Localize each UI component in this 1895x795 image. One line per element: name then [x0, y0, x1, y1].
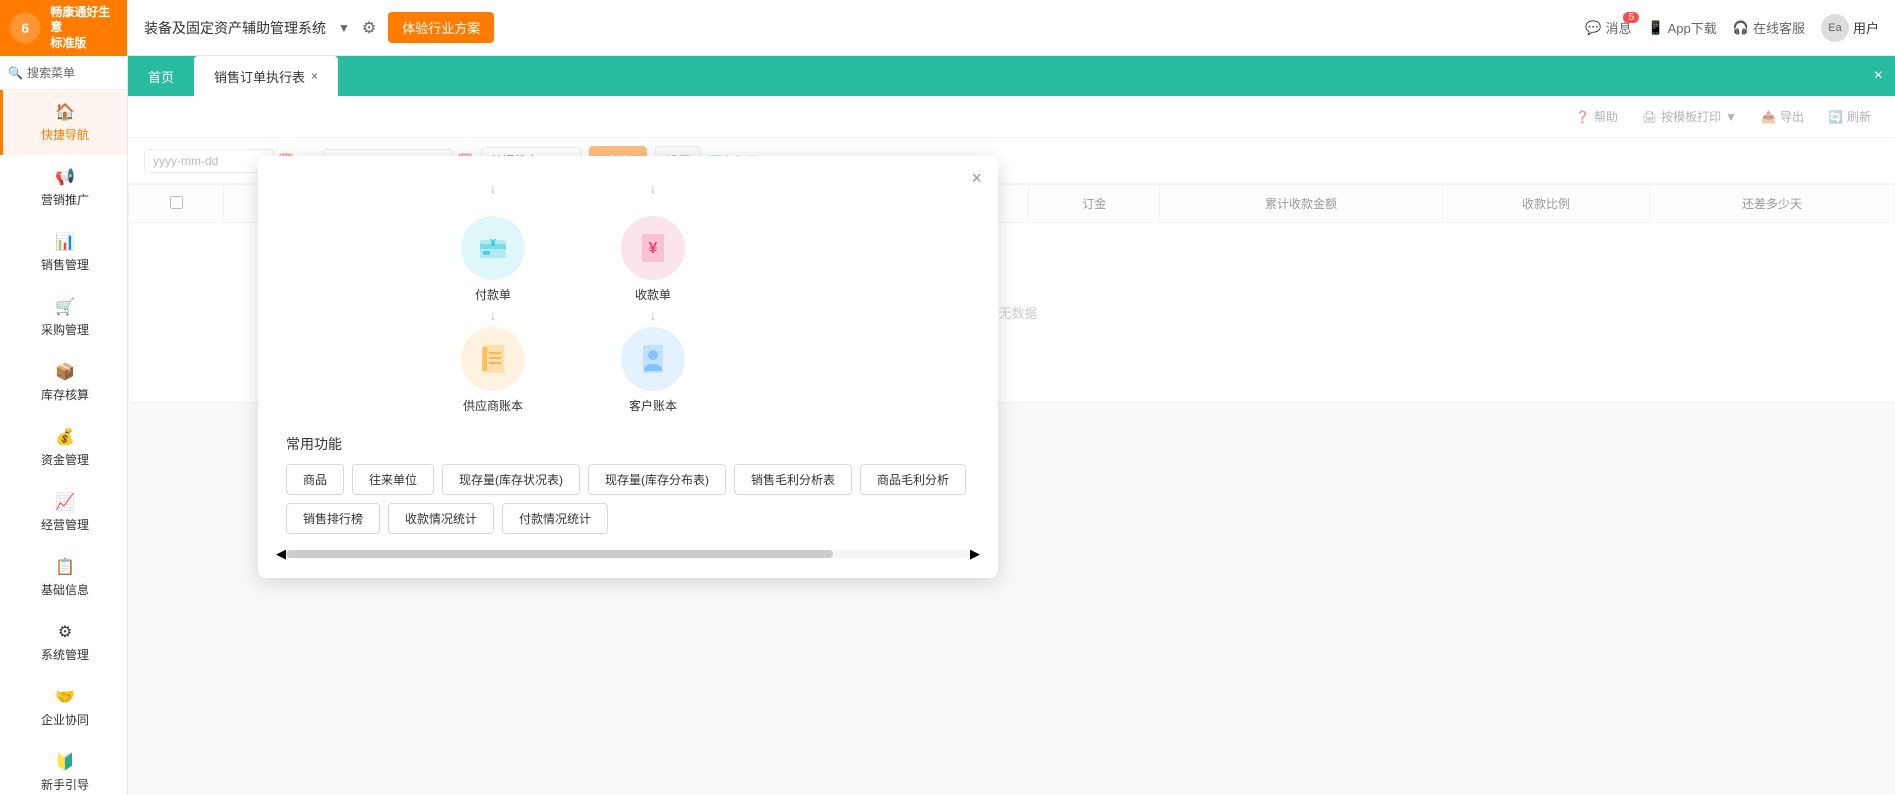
sidebar-item-basic-info[interactable]: 📋 基础信息 — [0, 545, 127, 610]
settings-icon[interactable]: ⚙ — [362, 18, 376, 38]
receipt-label: 收款单 — [635, 286, 671, 303]
common-buttons-row2: 销售排行榜 收款情况统计 付款情况统计 — [286, 503, 970, 534]
user-profile-button[interactable]: Ea 用户 — [1821, 14, 1879, 42]
system-icon: ⚙ — [58, 622, 72, 642]
node-supplier-ledger[interactable]: 供应商账本 — [443, 327, 543, 414]
modal-scrollbar-thumb — [286, 550, 833, 558]
title-dropdown[interactable]: ▼ — [338, 21, 350, 35]
message-button[interactable]: 💬 消息 5 — [1585, 18, 1631, 37]
btn-receipt-stats[interactable]: 收款情况统计 — [388, 503, 494, 534]
tab-bar-close-button[interactable]: × — [1874, 67, 1895, 85]
sidebar-item-quick-nav[interactable]: 🏠 快捷导航 — [0, 90, 127, 155]
tab-close-button[interactable]: × — [311, 69, 318, 83]
svg-text:¥: ¥ — [490, 238, 496, 249]
top-bar: 装备及固定资产辅助管理系统 ▼ ⚙ 体验行业方案 💬 消息 5 📱 App下载 … — [128, 0, 1895, 56]
common-functions-section: 常用功能 商品 往来单位 现存量(库存状况表) 现存量(库存分布表) 销售毛利分… — [286, 434, 970, 534]
btn-product-profit[interactable]: 商品毛利分析 — [860, 464, 966, 495]
scroll-left-btn[interactable]: ◀ — [276, 546, 286, 562]
phone-icon: 📱 — [1647, 20, 1663, 36]
receipt-icon: ¥ — [621, 216, 685, 280]
sidebar-nav: 🏠 快捷导航 📢 营销推广 📊 销售管理 🛒 采购管理 📦 库存核算 💰 — [0, 90, 127, 795]
modal-close-button[interactable]: × — [971, 168, 982, 189]
tab-sales-order[interactable]: 销售订单执行表 × — [194, 56, 338, 96]
main-content: 装备及固定资产辅助管理系统 ▼ ⚙ 体验行业方案 💬 消息 5 📱 App下载 … — [128, 0, 1895, 795]
try-button[interactable]: 体验行业方案 — [388, 12, 494, 43]
tab-home[interactable]: 首页 — [128, 56, 194, 96]
node-payment[interactable]: ¥ 付款单 — [443, 216, 543, 303]
common-buttons-row1: 商品 往来单位 现存量(库存状况表) 现存量(库存分布表) 销售毛利分析表 商品… — [286, 464, 970, 495]
supplier-ledger-icon — [461, 327, 525, 391]
sidebar-item-guide[interactable]: 🔰 新手引导 — [0, 740, 127, 795]
btn-contacts[interactable]: 往来单位 — [352, 464, 434, 495]
flow-row-5: 供应商账本 客户账本 — [286, 327, 970, 414]
down-arrow-purchase: ↓ — [490, 180, 497, 196]
message-badge: 5 — [1623, 12, 1639, 23]
user-name: 用户 — [1853, 18, 1879, 37]
common-functions-title: 常用功能 — [286, 434, 970, 454]
search-icon: 🔍 — [8, 66, 23, 80]
sidebar-logo: 6 畅康通好生意 标准版 — [0, 0, 127, 56]
customer-ledger-label: 客户账本 — [629, 397, 677, 414]
sidebar-search[interactable]: 🔍 搜索菜单 — [0, 56, 127, 90]
node-receipt[interactable]: ¥ 收款单 — [603, 216, 703, 303]
svg-text:6: 6 — [21, 21, 29, 36]
flow-row-4: ↓ ↓ — [286, 307, 970, 323]
purchase-icon: 🛒 — [55, 297, 75, 317]
online-service-button[interactable]: 🎧 在线客服 — [1733, 18, 1805, 37]
flow-row-2: ↓ ↓ — [286, 180, 970, 196]
avatar: Ea — [1821, 14, 1849, 42]
payment-label: 付款单 — [475, 286, 511, 303]
top-bar-right: 💬 消息 5 📱 App下载 🎧 在线客服 Ea 用户 — [1585, 14, 1879, 42]
sidebar-item-purchase[interactable]: 🛒 采购管理 — [0, 285, 127, 350]
tab-bar: 首页 销售订单执行表 × × — [128, 56, 1895, 96]
btn-stock-dist[interactable]: 现存量(库存分布表) — [588, 464, 726, 495]
sidebar-item-inventory[interactable]: 📦 库存核算 — [0, 350, 127, 415]
page-content: ❓ 帮助 🖨 按模板打印 ▼ 📤 导出 🔄 刷新 — [128, 96, 1895, 795]
scroll-right-btn[interactable]: ▶ — [970, 546, 980, 562]
marketing-icon: 📢 — [55, 167, 75, 187]
btn-product[interactable]: 商品 — [286, 464, 344, 495]
logo-icon: 6 — [8, 10, 42, 46]
sidebar-item-enterprise[interactable]: 🤝 企业协同 — [0, 675, 127, 740]
modal-scrollbar[interactable]: ▶ ◀ — [286, 550, 970, 558]
down-arrow-sales: ↓ — [650, 180, 657, 196]
btn-stock-status[interactable]: 现存量(库存状况表) — [442, 464, 580, 495]
sidebar-item-system[interactable]: ⚙ 系统管理 — [0, 610, 127, 675]
operations-icon: 📈 — [55, 492, 75, 512]
guide-icon: 🔰 — [55, 752, 75, 772]
btn-sales-ranking[interactable]: 销售排行榜 — [286, 503, 380, 534]
basic-info-icon: 📋 — [55, 557, 75, 577]
btn-payment-stats[interactable]: 付款情况统计 — [502, 503, 608, 534]
flow-row-3: ¥ 付款单 ¥ 收款单 — [286, 216, 970, 303]
finance-icon: 💰 — [55, 427, 75, 447]
message-icon: 💬 — [1585, 20, 1601, 36]
sidebar: 6 畅康通好生意 标准版 🔍 搜索菜单 🏠 快捷导航 📢 营销推广 📊 — [0, 0, 128, 795]
sidebar-item-finance[interactable]: 💰 资金管理 — [0, 415, 127, 480]
sales-icon: 📊 — [55, 232, 75, 252]
enterprise-icon: 🤝 — [55, 687, 75, 707]
system-title: 装备及固定资产辅助管理系统 — [144, 18, 326, 38]
sidebar-item-marketing[interactable]: 📢 营销推广 — [0, 155, 127, 220]
btn-sales-profit[interactable]: 销售毛利分析表 — [734, 464, 852, 495]
inventory-icon: 📦 — [55, 362, 75, 382]
sidebar-item-operations[interactable]: 📈 经营管理 — [0, 480, 127, 545]
supplier-ledger-label: 供应商账本 — [463, 397, 523, 414]
quick-nav-icon: 🏠 — [55, 102, 75, 122]
customer-ledger-icon — [621, 327, 685, 391]
payment-icon: ¥ — [461, 216, 525, 280]
quick-nav-modal: × 进货订单 → 进货单 — [258, 156, 998, 578]
sidebar-item-sales[interactable]: 📊 销售管理 — [0, 220, 127, 285]
svg-text:¥: ¥ — [649, 240, 658, 257]
headset-icon: 🎧 — [1733, 20, 1749, 36]
logo-text: 畅康通好生意 标准版 — [50, 5, 119, 52]
app-download-button[interactable]: 📱 App下载 — [1647, 18, 1716, 37]
node-customer-ledger[interactable]: 客户账本 — [603, 327, 703, 414]
